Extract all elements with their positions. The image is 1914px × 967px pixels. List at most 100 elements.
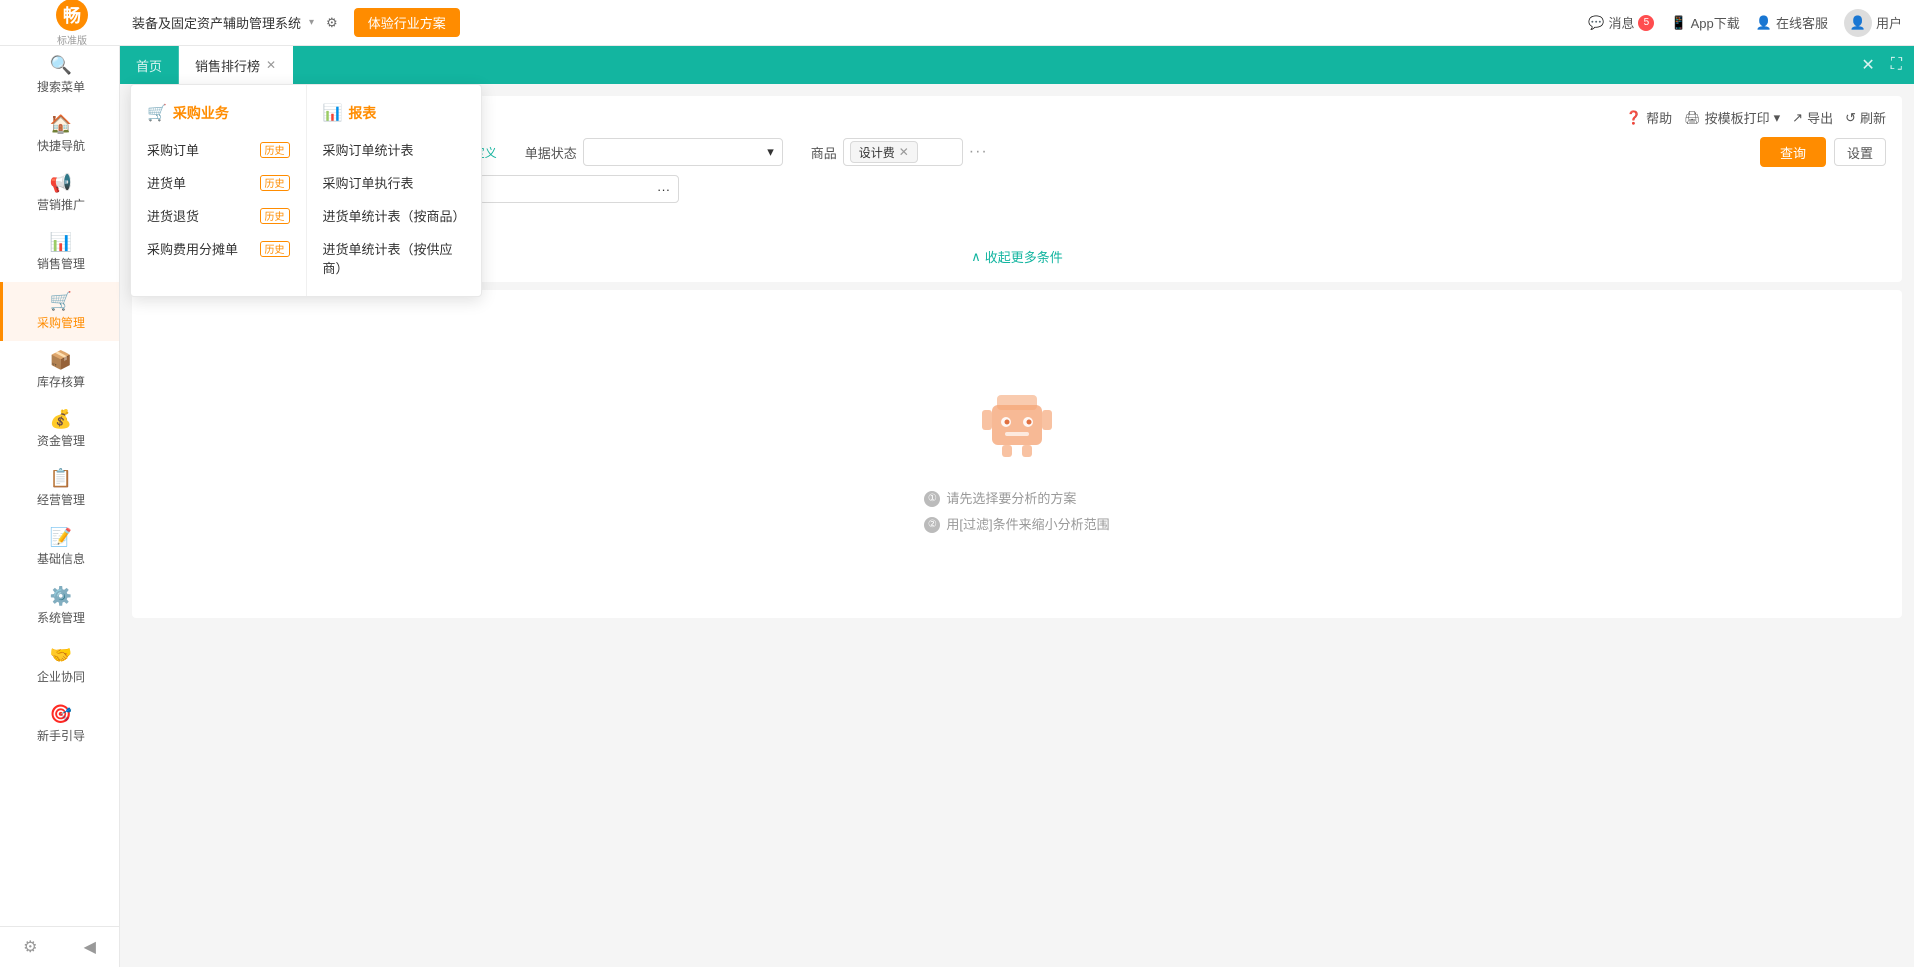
online-service-item[interactable]: 👤 在线客服: [1756, 13, 1828, 32]
solution-button[interactable]: 体验行业方案: [354, 8, 460, 37]
refresh-icon: ↺: [1845, 110, 1856, 126]
query-button[interactable]: 查询: [1760, 137, 1826, 167]
tab-sales-rank[interactable]: 销售排行榜 ✕: [179, 46, 293, 84]
refresh-btn[interactable]: ↺ 刷新: [1845, 108, 1886, 127]
finance-icon: 💰: [50, 410, 72, 428]
dropdown-purchase-icon: 🛒: [147, 103, 167, 123]
online-service-label: 在线客服: [1776, 13, 1828, 32]
inventory-icon: 📦: [50, 351, 72, 369]
home-icon: 🏠: [50, 115, 72, 133]
history-badge-1: 历史: [260, 142, 290, 158]
dropdown-item-order-stats[interactable]: 采购订单统计表: [307, 133, 482, 166]
header-gear-icon[interactable]: ⚙: [326, 15, 338, 31]
dropdown-item-label: 进货退货: [147, 206, 199, 225]
dropdown-report-header: 📊 报表: [307, 97, 482, 133]
help-btn[interactable]: ❓ 帮助: [1626, 108, 1672, 127]
sidebar-label-newguide: 新手引导: [37, 727, 85, 744]
sidebar-item-inventory[interactable]: 📦 库存核算: [0, 341, 119, 400]
tab-close-all-btn[interactable]: ✕: [1853, 55, 1882, 75]
tab-close-btn[interactable]: ✕: [266, 58, 276, 72]
sidebar: 🔍 搜索菜单 🏠 快捷导航 📢 营销推广 📊 销售管理 🛒 采购管理 📦 库存核…: [0, 46, 120, 967]
tab-fullscreen-btn[interactable]: ⛶: [1883, 56, 1910, 74]
search-icon: 🔍: [50, 56, 72, 74]
sidebar-item-newguide[interactable]: 🎯 新手引导: [0, 695, 119, 754]
message-badge: 5: [1638, 15, 1654, 31]
message-item[interactable]: 💬 消息 5: [1588, 13, 1654, 32]
salesperson-arrow: ···: [657, 182, 670, 197]
collapse-arrow: ∧: [971, 249, 981, 265]
empty-hint-2: ② 用[过滤]条件来缩小分析范围: [924, 512, 1109, 538]
sidebar-label-enterprise: 企业协同: [37, 668, 85, 685]
newguide-icon: 🎯: [50, 705, 72, 723]
sidebar-item-sales[interactable]: 📊 销售管理: [0, 223, 119, 282]
app-download-label: App下载: [1691, 13, 1740, 32]
sidebar-label-purchase: 采购管理: [37, 314, 85, 331]
sidebar-label-marketing: 营销推广: [37, 196, 85, 213]
logo-icon: 畅: [56, 0, 88, 31]
history-badge-3: 历史: [260, 208, 290, 224]
system-name-arrow[interactable]: ▾: [309, 17, 314, 28]
order-status-arrow: ▾: [767, 144, 774, 160]
phone-icon: 📱: [1670, 15, 1686, 31]
print-label: 按模板打印: [1705, 108, 1770, 127]
print-btn[interactable]: 🖨 按模板打印 ▾: [1684, 108, 1780, 127]
sidebar-item-finance[interactable]: 💰 资金管理: [0, 400, 119, 459]
sidebar-label-finance: 资金管理: [37, 432, 85, 449]
tab-bar-right: ✕ ⛶: [1853, 55, 1914, 75]
user-avatar: 👤: [1844, 9, 1872, 37]
salesperson-select[interactable]: ···: [479, 175, 679, 203]
tab-bar: 首页 销售排行榜 ✕ ✕ ⛶: [120, 46, 1914, 84]
print-arrow[interactable]: ▾: [1774, 110, 1781, 126]
sidebar-label-system: 系统管理: [37, 609, 85, 626]
dropdown-item-goods-return[interactable]: 进货退货 历史: [131, 199, 306, 232]
help-label: 帮助: [1646, 108, 1672, 127]
sidebar-item-basicinfo[interactable]: 📝 基础信息: [0, 518, 119, 577]
product-tag-close[interactable]: ✕: [899, 145, 909, 159]
sidebar-item-purchase[interactable]: 🛒 采购管理: [0, 282, 119, 341]
history-badge-4: 历史: [260, 241, 290, 257]
order-status-group: 单据状态 ▾: [525, 138, 783, 166]
empty-state-icon: [967, 370, 1067, 470]
basicinfo-icon: 📝: [50, 528, 72, 546]
dropdown-item-purchase-order[interactable]: 采购订单 历史: [131, 133, 306, 166]
sidebar-label-operations: 经营管理: [37, 491, 85, 508]
product-more-dots[interactable]: ···: [969, 143, 988, 161]
message-label: 消息: [1608, 13, 1634, 32]
sidebar-item-marketing[interactable]: 📢 营销推广: [0, 164, 119, 223]
dropdown-item-goods-stats-product[interactable]: 进货单统计表（按商品）: [307, 199, 482, 232]
user-item[interactable]: 👤 用户: [1844, 9, 1902, 37]
dropdown-item-goods-receipt[interactable]: 进货单 历史: [131, 166, 306, 199]
sidebar-item-enterprise[interactable]: 🤝 企业协同: [0, 636, 119, 695]
dropdown-item-expense-allocation[interactable]: 采购费用分摊单 历史: [131, 232, 306, 265]
export-btn[interactable]: ↗ 导出: [1792, 108, 1833, 127]
header-system-name: 装备及固定资产辅助管理系统 ▾ ⚙ 体验行业方案: [132, 8, 1588, 37]
app-download-item[interactable]: 📱 App下载: [1670, 13, 1739, 32]
sidebar-item-quicknav[interactable]: 🏠 快捷导航: [0, 105, 119, 164]
dropdown-item-label: 采购订单统计表: [323, 140, 414, 159]
sidebar-bottom: ⚙ ◀: [0, 926, 119, 967]
marketing-icon: 📢: [50, 174, 72, 192]
tab-home[interactable]: 首页: [120, 46, 179, 84]
dropdown-item-label: 进货单: [147, 173, 186, 192]
dropdown-item-goods-stats-supplier[interactable]: 进货单统计表（按供应商）: [307, 232, 482, 284]
dropdown-purchase-header: 🛒 采购业务: [131, 97, 306, 133]
settings-button[interactable]: 设置: [1834, 138, 1886, 166]
message-icon: 💬: [1588, 15, 1604, 31]
product-tag: 设计费 ✕: [850, 141, 918, 163]
query-buttons: 查询 设置: [1760, 137, 1886, 167]
tab-sales-rank-label: 销售排行榜: [195, 56, 260, 75]
sidebar-label-basicinfo: 基础信息: [37, 550, 85, 567]
dropdown-item-order-exec[interactable]: 采购订单执行表: [307, 166, 482, 199]
enterprise-icon: 🤝: [50, 646, 72, 664]
product-input[interactable]: 设计费 ✕: [843, 138, 963, 166]
sidebar-item-operations[interactable]: 📋 经营管理: [0, 459, 119, 518]
sidebar-item-system[interactable]: ⚙️ 系统管理: [0, 577, 119, 636]
sidebar-settings-btn[interactable]: ⚙: [23, 937, 37, 957]
sidebar-label-sales: 销售管理: [37, 255, 85, 272]
sidebar-collapse-btn[interactable]: ◀: [84, 937, 96, 957]
dropdown-item-label: 采购费用分摊单: [147, 239, 238, 258]
system-icon: ⚙️: [50, 587, 72, 605]
history-badge-2: 历史: [260, 175, 290, 191]
sidebar-item-search[interactable]: 🔍 搜索菜单: [0, 46, 119, 105]
order-status-select[interactable]: ▾: [583, 138, 783, 166]
